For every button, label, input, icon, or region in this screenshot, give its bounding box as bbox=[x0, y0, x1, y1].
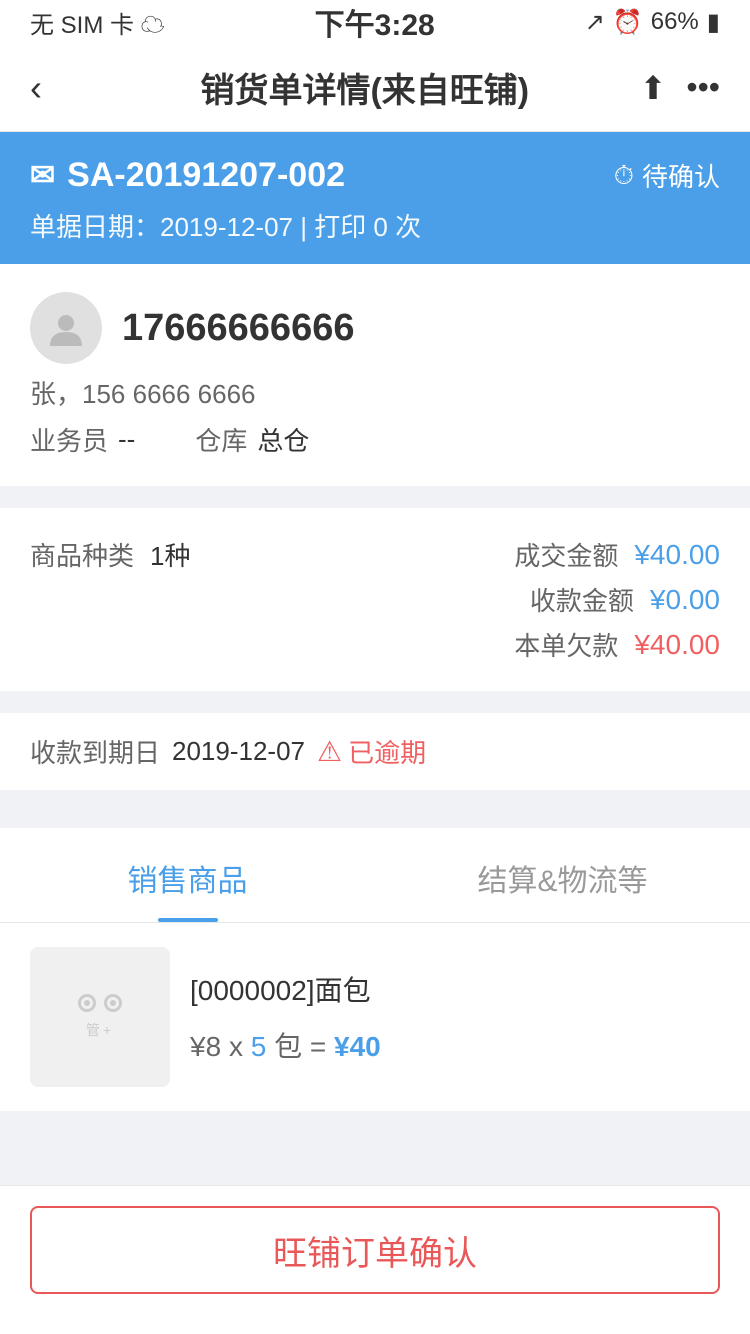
product-price: ¥8 bbox=[190, 1031, 221, 1062]
bottom-bar: 旺铺订单确认 bbox=[0, 1185, 750, 1334]
location-icon: ↗ bbox=[585, 8, 605, 37]
product-price-row: ¥8 x 5 包 = ¥40 bbox=[190, 1025, 720, 1065]
battery-level: 66% bbox=[651, 8, 699, 36]
divider-1 bbox=[0, 488, 750, 506]
overdue-badge: ⚠ 已逾期 bbox=[317, 733, 426, 770]
amount-summary: 成交金额 ¥40.00 收款金额 ¥0.00 本单欠款 ¥40.00 bbox=[514, 536, 720, 663]
share-button[interactable]: ⬆ bbox=[640, 69, 667, 107]
divider-3 bbox=[0, 792, 750, 810]
deal-amount-value: ¥40.00 bbox=[634, 539, 720, 571]
warehouse-label: 仓库 bbox=[195, 421, 247, 458]
product-list: 管+ [0000002]面包 ¥8 x 5 包 = ¥40 bbox=[0, 923, 750, 1111]
back-button[interactable]: ‹ bbox=[30, 67, 90, 109]
status-clock-icon: ⏱ bbox=[614, 160, 634, 192]
product-multiply: x bbox=[229, 1031, 251, 1062]
customer-phone: 17666666666 bbox=[122, 307, 354, 350]
page-title: 销货单详情(来自旺铺) bbox=[200, 63, 529, 112]
warehouse-value: 总仓 bbox=[257, 421, 309, 458]
table-row: 管+ [0000002]面包 ¥8 x 5 包 = ¥40 bbox=[30, 947, 720, 1087]
order-header-card: ✉ SA-20191207-002 ⏱ 待确认 单据日期：2019-12-07 … bbox=[0, 132, 750, 264]
tab-products[interactable]: 销售商品 bbox=[0, 828, 375, 922]
product-unit: 包 bbox=[274, 1031, 302, 1062]
deal-amount-label: 成交金额 bbox=[514, 536, 618, 573]
due-date-value: 2019-12-07 bbox=[172, 736, 305, 767]
divider-2 bbox=[0, 693, 750, 711]
status-left: 无 SIM 卡 ☁ bbox=[30, 5, 165, 40]
nav-bar: ‹ 销货单详情(来自旺铺) ⬆ ••• bbox=[0, 44, 750, 132]
nav-actions: ⬆ ••• bbox=[640, 69, 720, 107]
received-amount-label: 收款金额 bbox=[530, 581, 634, 618]
overdue-text: 已逾期 bbox=[348, 733, 426, 770]
more-button[interactable]: ••• bbox=[686, 69, 720, 106]
order-id-text: SA-20191207-002 bbox=[67, 156, 345, 195]
order-id: ✉ SA-20191207-002 bbox=[30, 156, 345, 195]
product-type-label: 商品种类 bbox=[30, 536, 134, 573]
due-section: 收款到期日 2019-12-07 ⚠ 已逾期 bbox=[0, 713, 750, 790]
product-type-value: 1种 bbox=[150, 536, 190, 573]
deal-amount-row: 成交金额 ¥40.00 bbox=[514, 536, 720, 573]
sim-status: 无 SIM 卡 ☁ bbox=[30, 5, 165, 40]
salesperson-label: 业务员 bbox=[30, 421, 108, 458]
received-amount-value: ¥0.00 bbox=[650, 584, 720, 616]
product-image: 管+ bbox=[30, 947, 170, 1087]
due-date-label: 收款到期日 bbox=[30, 733, 160, 770]
product-total: ¥40 bbox=[334, 1031, 381, 1062]
received-amount-row: 收款金额 ¥0.00 bbox=[530, 581, 720, 618]
battery-icon: ▮ bbox=[707, 8, 720, 37]
status-badge: ⏱ 待确认 bbox=[614, 157, 720, 194]
owed-amount-label: 本单欠款 bbox=[514, 626, 618, 663]
owed-amount-row: 本单欠款 ¥40.00 bbox=[514, 626, 720, 663]
product-equals: = bbox=[310, 1031, 334, 1062]
order-icon: ✉ bbox=[30, 158, 55, 193]
status-text: 待确认 bbox=[642, 157, 720, 194]
owed-amount-value: ¥40.00 bbox=[634, 629, 720, 661]
status-bar: 无 SIM 卡 ☁ 下午3:28 ↗ ⏰ 66% ▮ bbox=[0, 0, 750, 44]
avatar bbox=[30, 292, 102, 364]
salesperson-value: -- bbox=[118, 424, 135, 455]
product-info: [0000002]面包 ¥8 x 5 包 = ¥40 bbox=[190, 969, 720, 1065]
overdue-icon: ⚠ bbox=[317, 735, 342, 768]
customer-name: 张，156 6666 6666 bbox=[30, 374, 720, 411]
tabs-header: 销售商品 结算&物流等 bbox=[0, 828, 750, 923]
status-right: ↗ ⏰ 66% ▮ bbox=[585, 8, 720, 37]
product-qty: 5 bbox=[251, 1031, 267, 1062]
alarm-icon: ⏰ bbox=[613, 8, 643, 37]
customer-section: 17666666666 张，156 6666 6666 业务员 -- 仓库 总仓 bbox=[0, 264, 750, 486]
owl-logo: 管+ bbox=[78, 994, 122, 1040]
product-name: [0000002]面包 bbox=[190, 969, 720, 1009]
tab-settlement[interactable]: 结算&物流等 bbox=[375, 828, 750, 922]
summary-section: 商品种类 1种 成交金额 ¥40.00 收款金额 ¥0.00 本单欠款 ¥40.… bbox=[0, 508, 750, 691]
tabs-section: 销售商品 结算&物流等 管+ bbox=[0, 828, 750, 1111]
order-date: 单据日期：2019-12-07 | 打印 0 次 bbox=[30, 207, 720, 244]
customer-meta: 业务员 -- 仓库 总仓 bbox=[30, 421, 720, 458]
status-time: 下午3:28 bbox=[315, 0, 435, 44]
confirm-order-button[interactable]: 旺铺订单确认 bbox=[30, 1206, 720, 1294]
